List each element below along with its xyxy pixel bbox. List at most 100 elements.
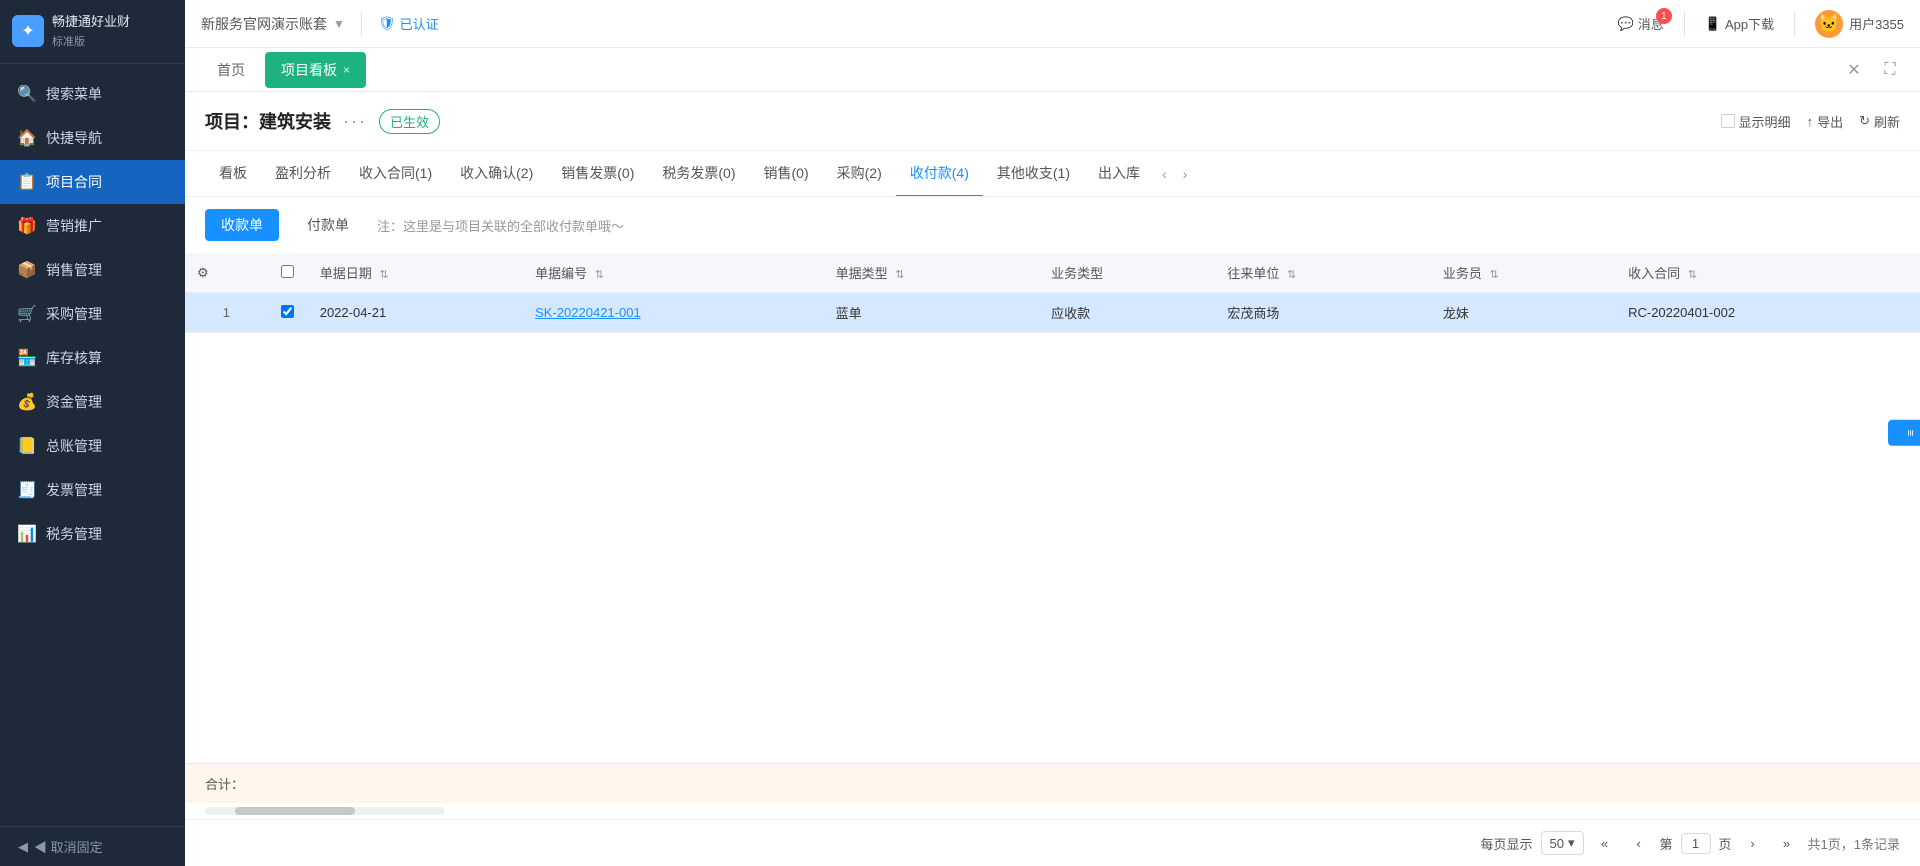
sidebar-item-invoice[interactable]: 🧾 发票管理	[0, 468, 185, 512]
page-size-select[interactable]: 50 ▾	[1541, 831, 1584, 855]
table-header-row: ⚙ 单据日期 ⇅ 单据编号 ⇅	[185, 253, 1920, 293]
sidebar-header: ✦ 畅捷通好业财 标准版	[0, 0, 185, 64]
sidebar: ✦ 畅捷通好业财 标准版 🔍 搜索菜单 🏠 快捷导航 📋 项目合同 🎁 营销推广…	[0, 0, 185, 866]
sidebar-item-search[interactable]: 🔍 搜索菜单	[0, 72, 185, 116]
next-page-button[interactable]: ›	[1740, 830, 1766, 856]
td-type: 蓝单	[824, 293, 1039, 333]
sidebar-item-quicknav[interactable]: 🏠 快捷导航	[0, 116, 185, 160]
payment-btn[interactable]: 付款单	[291, 209, 365, 241]
sidebar-item-marketing[interactable]: 🎁 营销推广	[0, 204, 185, 248]
th-salesperson[interactable]: 业务员 ⇅	[1431, 253, 1616, 293]
td-number[interactable]: SK-20220421-001	[523, 293, 824, 333]
sidebar-item-inventory-label: 库存核算	[46, 348, 102, 368]
prev-page-button[interactable]: ‹	[1626, 830, 1652, 856]
refresh-button[interactable]: ↻ 刷新	[1859, 112, 1900, 131]
sub-tab-kanban[interactable]: 看板	[205, 151, 261, 197]
messages-button[interactable]: 💬 消息 1	[1618, 14, 1664, 33]
cert-label: 已认证	[400, 14, 439, 33]
sort-partner-icon: ⇅	[1287, 269, 1296, 281]
td-checkbox[interactable]	[268, 293, 308, 333]
receipt-toggle: 收款单 付款单 注：这里是与项目关联的全部收付款单哦～	[185, 197, 1920, 253]
tab-close-icon[interactable]: ×	[343, 63, 350, 77]
inventory-icon: 🏪	[18, 349, 36, 367]
sub-tab-tax-invoice[interactable]: 税务发票(0)	[648, 151, 749, 197]
sub-tabs-left-arrow[interactable]: ‹	[1154, 154, 1175, 194]
th-number[interactable]: 单据编号 ⇅	[523, 253, 824, 293]
invoice-icon: 🧾	[18, 481, 36, 499]
table-footer: 合计：	[185, 763, 1920, 803]
quicknav-icon: 🏠	[18, 129, 36, 147]
sidebar-unpin-button[interactable]: ◀ ◀ 取消固定	[0, 826, 185, 866]
phone-icon: 📱	[1705, 16, 1721, 32]
sidebar-item-sales[interactable]: 📦 销售管理	[0, 248, 185, 292]
close-window-button[interactable]: ✕	[1840, 56, 1868, 84]
receipt-btn[interactable]: 收款单	[205, 209, 279, 241]
toggle-note: 注：这里是与项目关联的全部收付款单哦～	[377, 216, 624, 235]
sidebar-item-ledger[interactable]: 📒 总账管理	[0, 424, 185, 468]
doc-number-link[interactable]: SK-20220421-001	[535, 305, 641, 320]
th-partner-label: 往来单位	[1227, 266, 1279, 281]
sidebar-item-tax[interactable]: 📊 税务管理	[0, 512, 185, 556]
horizontal-scrollbar[interactable]	[205, 807, 445, 815]
pagination-info: 共1页，1条记录	[1808, 834, 1900, 853]
cert-badge: 🛡 已认证	[378, 14, 439, 33]
th-partner[interactable]: 往来单位 ⇅	[1215, 253, 1430, 293]
sidebar-item-marketing-label: 营销推广	[46, 216, 102, 236]
message-badge: 1	[1656, 8, 1672, 24]
sidebar-item-inventory[interactable]: 🏪 库存核算	[0, 336, 185, 380]
tab-home[interactable]: 首页	[201, 52, 261, 88]
sidebar-item-purchase[interactable]: 🛒 采购管理	[0, 292, 185, 336]
sidebar-item-finance[interactable]: 💰 资金管理	[0, 380, 185, 424]
account-dropdown-icon: ▼	[333, 17, 345, 31]
current-page-input[interactable]: 1	[1681, 833, 1711, 854]
sidebar-item-contract[interactable]: 📋 项目合同	[0, 160, 185, 204]
sub-tab-inout[interactable]: 出入库	[1084, 151, 1154, 197]
scrollbar-thumb[interactable]	[235, 807, 355, 815]
show-detail-checkbox[interactable]: 显示明细	[1721, 112, 1791, 131]
topbar-right: 💬 消息 1 📱 App下载 🐱 用户3355	[1618, 10, 1904, 38]
logo-icon: ✦	[21, 21, 34, 41]
total-label: 合计：	[205, 777, 244, 792]
export-button[interactable]: ↑ 导出	[1807, 112, 1844, 131]
page-size-label: 每页显示	[1480, 834, 1532, 853]
first-page-button[interactable]: «	[1592, 830, 1618, 856]
th-salesperson-label: 业务员	[1443, 266, 1482, 281]
table-row[interactable]: 1 2022-04-21 SK-20220421-001 蓝单 应收款 宏茂商场…	[185, 293, 1920, 333]
project-more-button[interactable]: ···	[343, 111, 367, 132]
show-detail-checkbox-box[interactable]	[1721, 114, 1735, 128]
sub-tab-other[interactable]: 其他收支(1)	[983, 151, 1084, 197]
sort-contract-icon: ⇅	[1688, 269, 1697, 281]
last-page-button[interactable]: »	[1774, 830, 1800, 856]
sales-icon: 📦	[18, 261, 36, 279]
project-status-badge: 已生效	[379, 109, 440, 134]
app-download-button[interactable]: 📱 App下载	[1705, 14, 1774, 33]
th-type[interactable]: 单据类型 ⇅	[824, 253, 1039, 293]
th-gear[interactable]: ⚙	[185, 253, 268, 293]
expand-window-button[interactable]: ⛶	[1876, 56, 1904, 84]
shield-icon: 🛡	[378, 15, 396, 32]
th-income-contract[interactable]: 收入合同 ⇅	[1616, 253, 1920, 293]
sidebar-item-purchase-label: 采购管理	[46, 304, 102, 324]
pagination: 每页显示 50 ▾ « ‹ 第 1 页 › » 共1页，1条记录	[185, 819, 1920, 866]
th-date[interactable]: 单据日期 ⇅	[308, 253, 523, 293]
row-checkbox[interactable]	[281, 305, 294, 318]
sub-tab-income-contract[interactable]: 收入合同(1)	[345, 151, 446, 197]
sub-tab-purchase[interactable]: 采购(2)	[823, 151, 896, 197]
app-title-block: 畅捷通好业财 标准版	[52, 14, 130, 49]
sub-tabs-right-arrow[interactable]: ›	[1175, 154, 1196, 194]
select-all-checkbox[interactable]	[281, 265, 294, 278]
sidebar-item-quicknav-label: 快捷导航	[46, 128, 102, 148]
right-float-button[interactable]: ≡	[1888, 420, 1920, 446]
sub-tab-sales[interactable]: 销售(0)	[750, 151, 823, 197]
sub-tab-profit[interactable]: 盈利分析	[261, 151, 345, 197]
sub-tab-sales-invoice[interactable]: 销售发票(0)	[547, 151, 648, 197]
sub-tab-income-confirm[interactable]: 收入确认(2)	[446, 151, 547, 197]
th-type-label: 单据类型	[836, 266, 888, 281]
account-selector[interactable]: 新服务官网演示账套 ▼	[201, 14, 345, 34]
tab-home-label: 首页	[217, 60, 245, 80]
user-menu[interactable]: 🐱 用户3355	[1815, 10, 1904, 38]
content-area: 收款单 付款单 注：这里是与项目关联的全部收付款单哦～ ⚙ 单据日期	[185, 197, 1920, 866]
th-biztype-label: 业务类型	[1051, 266, 1103, 281]
tab-project-board[interactable]: 项目看板 ×	[265, 52, 366, 88]
sub-tab-receipts[interactable]: 收付款(4)	[896, 151, 983, 197]
